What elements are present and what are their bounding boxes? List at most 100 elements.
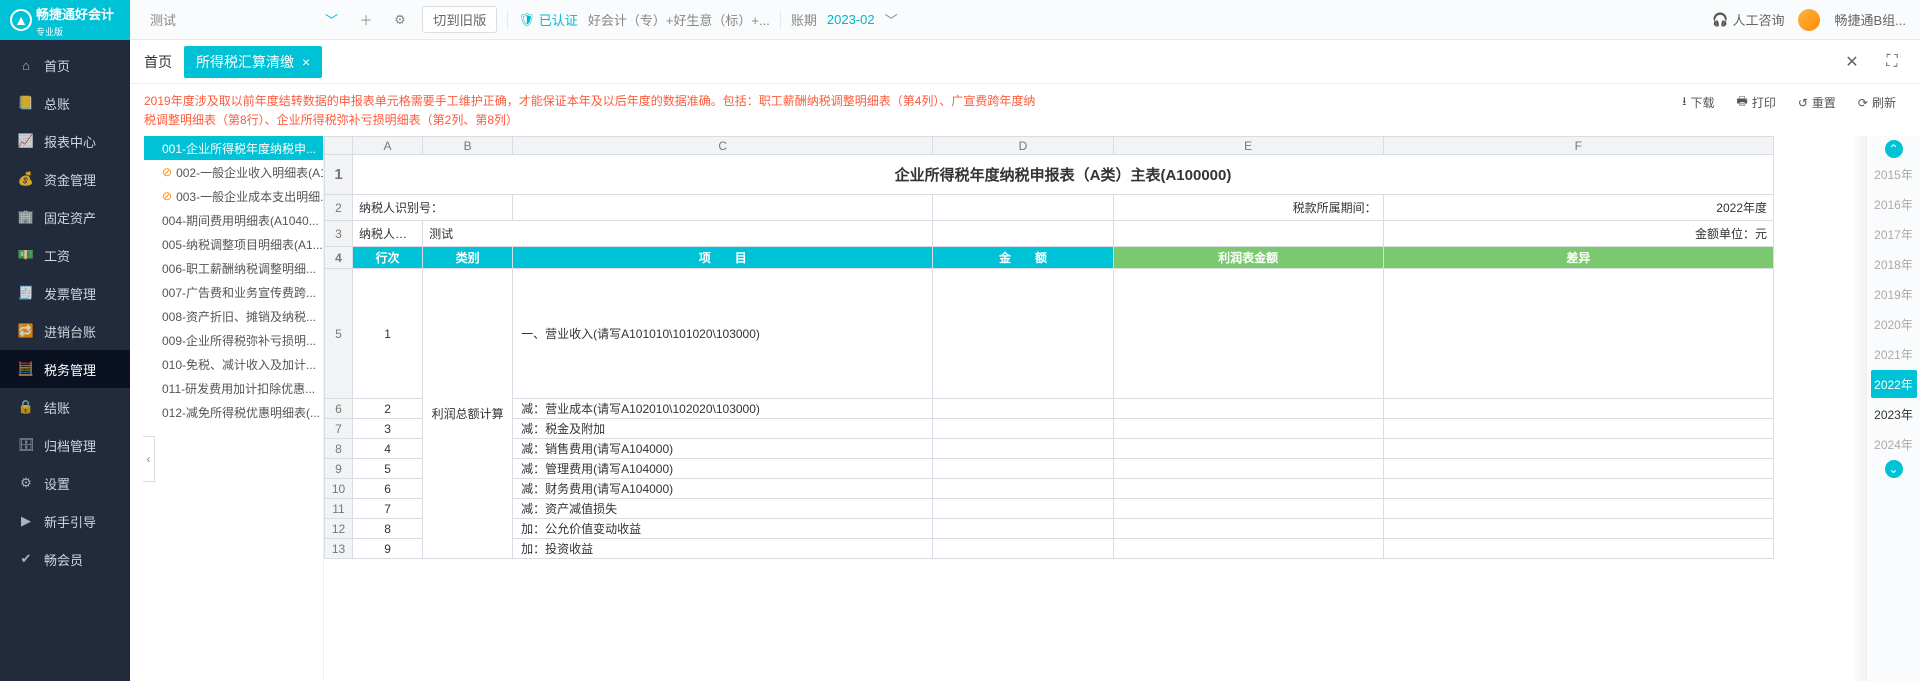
- cell-line-no[interactable]: 2: [353, 399, 423, 419]
- switch-old-version-button[interactable]: 切到旧版: [422, 6, 497, 33]
- cell-amount[interactable]: [933, 539, 1113, 559]
- form-nav-item[interactable]: ⊘002-一般企业收入明细表(A1...: [144, 160, 323, 184]
- cell-profit[interactable]: [1113, 519, 1383, 539]
- row-number[interactable]: 11: [325, 499, 353, 519]
- cell-profit[interactable]: [1113, 399, 1383, 419]
- cell-profit[interactable]: [1113, 459, 1383, 479]
- row-number[interactable]: 4: [325, 247, 353, 269]
- year-up-button[interactable]: ⌃: [1885, 140, 1903, 158]
- cell-line-no[interactable]: 3: [353, 419, 423, 439]
- cell-item[interactable]: 减：资产减值损失: [513, 499, 933, 519]
- close-icon[interactable]: ×: [302, 54, 310, 70]
- col-head-A[interactable]: A: [353, 137, 423, 155]
- form-nav-item[interactable]: 009-企业所得税弥补亏损明...: [144, 328, 323, 352]
- cell-item[interactable]: 减：税金及附加: [513, 419, 933, 439]
- cell[interactable]: [933, 195, 1113, 221]
- print-button[interactable]: 🖶打印: [1737, 92, 1776, 113]
- cell-amount[interactable]: [933, 399, 1113, 419]
- form-nav-item[interactable]: 006-职工薪酬纳税调整明细...: [144, 256, 323, 280]
- col-head-E[interactable]: E: [1113, 137, 1383, 155]
- row-number[interactable]: 8: [325, 439, 353, 459]
- row-number[interactable]: 13: [325, 539, 353, 559]
- cell-diff[interactable]: [1383, 539, 1773, 559]
- cell-line-no[interactable]: 7: [353, 499, 423, 519]
- cell-amount[interactable]: [933, 519, 1113, 539]
- year-option[interactable]: 2016年: [1871, 190, 1917, 218]
- tab-close-all-button[interactable]: ✕: [1838, 48, 1866, 76]
- cell[interactable]: [1113, 221, 1383, 247]
- username[interactable]: 畅捷通B组...: [1834, 10, 1906, 29]
- cell-diff[interactable]: [1383, 499, 1773, 519]
- sidebar-item-payroll[interactable]: 💵工资: [0, 236, 130, 274]
- sidebar-item-close-period[interactable]: 🔒结账: [0, 388, 130, 426]
- collapse-panel-button[interactable]: ‹: [143, 436, 155, 482]
- refresh-button[interactable]: ⟳刷新: [1858, 94, 1896, 111]
- row-number[interactable]: 12: [325, 519, 353, 539]
- sidebar-item-archive[interactable]: 🗄归档管理: [0, 426, 130, 464]
- form-nav-item[interactable]: 010-免税、减计收入及加计...: [144, 352, 323, 376]
- row-number[interactable]: 10: [325, 479, 353, 499]
- cell-item[interactable]: 减：营业成本(请写A102010\102020\103000): [513, 399, 933, 419]
- cell-item[interactable]: 加：投资收益: [513, 539, 933, 559]
- sidebar-item-vip[interactable]: ✔畅会员: [0, 540, 130, 578]
- chevron-down-icon[interactable]: ﹀: [885, 10, 898, 29]
- cell-line-no[interactable]: 5: [353, 459, 423, 479]
- form-nav-item[interactable]: 004-期间费用明细表(A1040...: [144, 208, 323, 232]
- cell-amount[interactable]: [933, 459, 1113, 479]
- cell-item[interactable]: 减：财务费用(请写A104000): [513, 479, 933, 499]
- cell-line-no[interactable]: 9: [353, 539, 423, 559]
- tab-expand-button[interactable]: ⛶: [1878, 48, 1906, 76]
- form-nav-item[interactable]: ⊘003-一般企业成本支出明细...: [144, 184, 323, 208]
- cell-item[interactable]: 加：公允价值变动收益: [513, 519, 933, 539]
- cell-amount[interactable]: [933, 499, 1113, 519]
- cell-amount[interactable]: [933, 439, 1113, 459]
- sidebar-item-ledger[interactable]: 📒总账: [0, 84, 130, 122]
- sidebar-item-inout[interactable]: 🔁进销台账: [0, 312, 130, 350]
- cell-profit[interactable]: [1113, 269, 1383, 399]
- col-head-F[interactable]: F: [1383, 137, 1773, 155]
- cell-line-no[interactable]: 8: [353, 519, 423, 539]
- taxpayer-id-value[interactable]: [513, 195, 933, 221]
- year-option[interactable]: 2024年: [1871, 430, 1917, 458]
- year-option[interactable]: 2017年: [1871, 220, 1917, 248]
- cell-diff[interactable]: [1383, 399, 1773, 419]
- period-value[interactable]: 2023-02: [827, 12, 875, 27]
- row-number[interactable]: 5: [325, 269, 353, 399]
- row-number[interactable]: 1: [325, 155, 353, 195]
- consult-button[interactable]: 🎧 人工咨询: [1712, 10, 1784, 29]
- form-nav-item[interactable]: 008-资产折旧、摊销及纳税...: [144, 304, 323, 328]
- cell-item[interactable]: 减：管理费用(请写A104000): [513, 459, 933, 479]
- sidebar-item-settings[interactable]: ⚙设置: [0, 464, 130, 502]
- add-account-button[interactable]: ＋: [354, 8, 378, 32]
- cell-profit[interactable]: [1113, 479, 1383, 499]
- sidebar-item-chart[interactable]: 📈报表中心: [0, 122, 130, 160]
- spreadsheet[interactable]: A B C D E F 1企业所得税年度纳税申报表（A类）主表(A100000)…: [324, 136, 1866, 681]
- cell-line-no[interactable]: 6: [353, 479, 423, 499]
- year-option[interactable]: 2015年: [1871, 160, 1917, 188]
- year-option[interactable]: 2021年: [1871, 340, 1917, 368]
- cell-amount[interactable]: [933, 419, 1113, 439]
- year-down-button[interactable]: ⌄: [1885, 460, 1903, 478]
- gear-icon[interactable]: ⚙: [388, 8, 412, 32]
- cell-amount[interactable]: [933, 479, 1113, 499]
- cell-profit[interactable]: [1113, 499, 1383, 519]
- avatar[interactable]: [1798, 9, 1820, 31]
- download-button[interactable]: ⭳下载: [1682, 92, 1714, 113]
- cell-amount[interactable]: [933, 269, 1113, 399]
- cell-diff[interactable]: [1383, 439, 1773, 459]
- row-number[interactable]: 2: [325, 195, 353, 221]
- col-head-B[interactable]: B: [423, 137, 513, 155]
- row-number[interactable]: 7: [325, 419, 353, 439]
- col-head-D[interactable]: D: [933, 137, 1113, 155]
- cell-diff[interactable]: [1383, 459, 1773, 479]
- sidebar-item-invoice[interactable]: 🧾发票管理: [0, 274, 130, 312]
- form-nav-item[interactable]: 001-企业所得税年度纳税申...: [144, 136, 323, 160]
- form-nav-item[interactable]: 007-广告费和业务宣传费跨...: [144, 280, 323, 304]
- sidebar-item-asset[interactable]: 🏢固定资产: [0, 198, 130, 236]
- year-option[interactable]: 2020年: [1871, 310, 1917, 338]
- sidebar-item-money[interactable]: 💰资金管理: [0, 160, 130, 198]
- form-nav-item[interactable]: 012-减免所得税优惠明细表(...: [144, 400, 323, 424]
- year-option[interactable]: 2023年: [1871, 400, 1917, 428]
- year-option[interactable]: 2022年: [1871, 370, 1917, 398]
- cell-item[interactable]: 减：销售费用(请写A104000): [513, 439, 933, 459]
